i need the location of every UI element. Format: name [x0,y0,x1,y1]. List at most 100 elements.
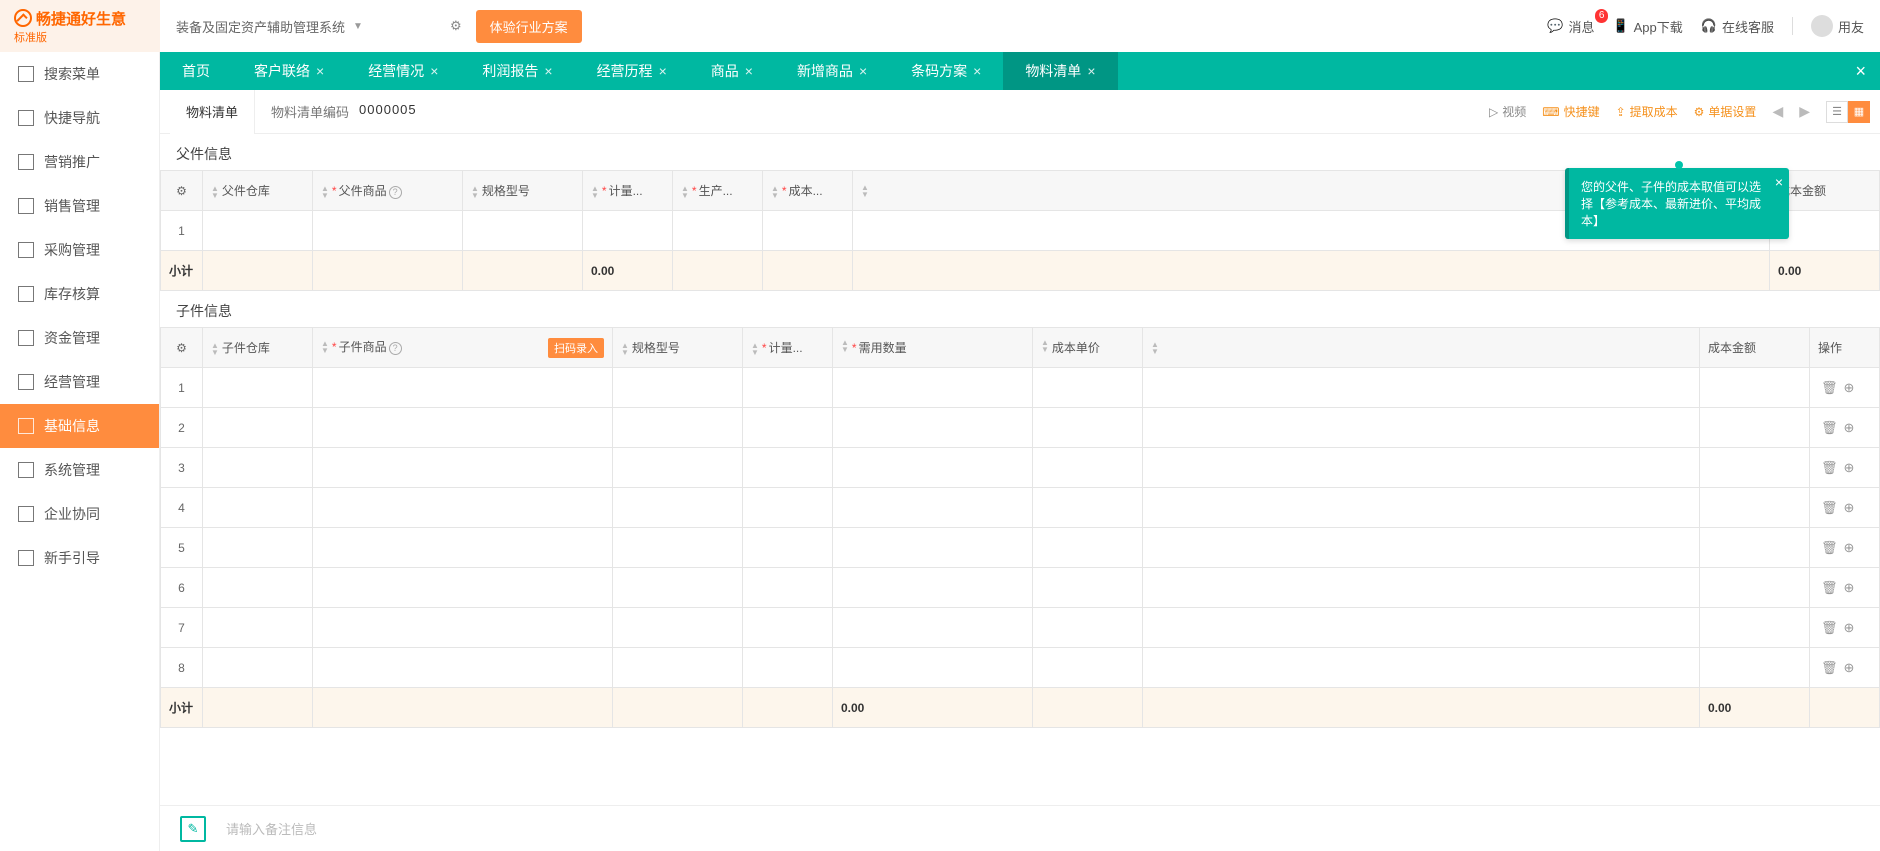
view-list[interactable]: ☰ [1826,101,1848,123]
sidebar-item-新手引导[interactable]: 新手引导 [0,536,159,580]
col-parent-price[interactable]: *成本... [763,171,853,211]
tab-条码方案[interactable]: 条码方案× [889,52,1003,90]
add-row-icon[interactable]: ⊕ [1844,460,1855,475]
table-row[interactable]: 6🗑⊕ [161,568,1880,608]
close-icon[interactable]: × [745,63,753,79]
add-row-icon[interactable]: ⊕ [1844,660,1855,675]
col-child-unit[interactable]: *计量... [743,328,833,368]
delete-icon[interactable]: 🗑 [1821,380,1838,395]
tool-doc-settings[interactable]: ⚙单据设置 [1694,103,1757,120]
close-icon[interactable]: × [430,63,438,79]
settings-column[interactable]: ⚙ [161,328,203,368]
table-row[interactable]: 5🗑⊕ [161,528,1880,568]
delete-icon[interactable]: 🗑 [1821,660,1838,675]
delete-icon[interactable]: 🗑 [1821,500,1838,515]
close-icon[interactable]: × [544,63,552,79]
help-icon[interactable]: ? [389,342,402,355]
col-parent-warehouse[interactable]: 父件仓库 [203,171,313,211]
col-parent-unit[interactable]: *计量... [583,171,673,211]
settings-icon[interactable]: ⚙ [450,18,462,34]
row-number: 7 [161,608,203,648]
sidebar-item-企业协同[interactable]: 企业协同 [0,492,159,536]
system-selector[interactable]: 装备及固定资产辅助管理系统 ▼ [176,17,436,36]
table-row[interactable]: 4🗑⊕ [161,488,1880,528]
add-row-icon[interactable]: ⊕ [1844,540,1855,555]
col-child-warehouse[interactable]: 子件仓库 [203,328,313,368]
tab-经营历程[interactable]: 经营历程× [575,52,689,90]
note-placeholder[interactable]: 请输入备注信息 [226,819,317,838]
sidebar-item-搜索菜单[interactable]: 搜索菜单 [0,52,159,96]
sidebar-item-label: 库存核算 [44,284,100,304]
col-child-item[interactable]: *子件商品?扫码录入 [313,328,613,368]
delete-icon[interactable]: 🗑 [1821,420,1838,435]
messages-button[interactable]: 💬 消息 6 [1547,17,1594,36]
col-parent-spec[interactable]: 规格型号 [463,171,583,211]
tab-新增商品[interactable]: 新增商品× [775,52,889,90]
sidebar-item-经营管理[interactable]: 经营管理 [0,360,159,404]
add-row-icon[interactable]: ⊕ [1844,380,1855,395]
support-button[interactable]: 🎧在线客服 [1701,17,1774,36]
nav-prev[interactable]: ◀ [1772,103,1783,120]
tab-物料清单[interactable]: 物料清单× [1003,52,1117,90]
subtab-bom[interactable]: 物料清单 [170,90,255,134]
close-icon[interactable]: × [659,63,667,79]
help-icon[interactable]: ? [389,186,402,199]
delete-icon[interactable]: 🗑 [1821,460,1838,475]
col-child-amount[interactable]: 成本金额 [1700,328,1810,368]
col-parent-item[interactable]: *父件商品? [313,171,463,211]
sidebar-item-label: 资金管理 [44,328,100,348]
table-row[interactable]: 8🗑⊕ [161,648,1880,688]
col-parent-date[interactable]: *生产... [673,171,763,211]
add-row-icon[interactable]: ⊕ [1844,580,1855,595]
sidebar-item-营销推广[interactable]: 营销推广 [0,140,159,184]
nav-next[interactable]: ▶ [1799,103,1810,120]
delete-icon[interactable]: 🗑 [1821,540,1838,555]
tool-extract-cost[interactable]: ⇪提取成本 [1616,103,1678,120]
row-ops: 🗑⊕ [1810,608,1880,648]
delete-icon[interactable]: 🗑 [1821,580,1838,595]
add-row-icon[interactable]: ⊕ [1844,620,1855,635]
table-row[interactable]: 3🗑⊕ [161,448,1880,488]
sidebar-item-快捷导航[interactable]: 快捷导航 [0,96,159,140]
close-all-tabs[interactable]: × [1841,52,1880,90]
user-menu[interactable]: 用友 [1811,15,1864,37]
table-row[interactable]: 2🗑⊕ [161,408,1880,448]
tool-shortcut[interactable]: ⌨快捷键 [1542,103,1599,120]
tab-客户联络[interactable]: 客户联络 × [232,52,346,90]
col-child-qty[interactable]: *需用数量 [833,328,1033,368]
sidebar-item-label: 企业协同 [44,504,100,524]
sidebar-item-采购管理[interactable]: 采购管理 [0,228,159,272]
view-card[interactable]: ▦ [1848,101,1870,123]
tab-商品[interactable]: 商品× [689,52,775,90]
tab-经营情况[interactable]: 经营情况× [346,52,460,90]
col-child-spec[interactable]: 规格型号 [613,328,743,368]
close-icon[interactable]: × [1775,174,1783,190]
settings-column[interactable]: ⚙ [161,171,203,211]
book-icon [18,550,34,566]
sidebar-item-库存核算[interactable]: 库存核算 [0,272,159,316]
close-icon[interactable]: × [316,63,324,79]
tab-首页[interactable]: 首页 [160,52,232,90]
add-row-icon[interactable]: ⊕ [1844,420,1855,435]
service-label: 在线客服 [1722,17,1774,36]
sidebar-item-资金管理[interactable]: 资金管理 [0,316,159,360]
sidebar-item-基础信息[interactable]: 基础信息 [0,404,159,448]
sidebar-item-销售管理[interactable]: 销售管理 [0,184,159,228]
table-row[interactable]: 1🗑⊕ [161,368,1880,408]
tool-video[interactable]: ▷视频 [1489,103,1526,120]
add-row-icon[interactable]: ⊕ [1844,500,1855,515]
child-subtotal-qty: 0.00 [833,688,1033,728]
tab-label: 客户联络 [254,61,310,81]
close-icon[interactable]: × [1087,63,1095,79]
close-icon[interactable]: × [859,63,867,79]
tab-利润报告[interactable]: 利润报告× [460,52,574,90]
col-child-price[interactable]: 成本单价 [1033,328,1143,368]
table-row[interactable]: 7🗑⊕ [161,608,1880,648]
app-download-button[interactable]: 📱App下载 [1612,17,1682,36]
close-icon[interactable]: × [973,63,981,79]
note-icon[interactable]: ✎ [180,816,206,842]
promo-button[interactable]: 体验行业方案 [476,10,582,43]
scan-input-button[interactable]: 扫码录入 [548,338,604,358]
delete-icon[interactable]: 🗑 [1821,620,1838,635]
sidebar-item-系统管理[interactable]: 系统管理 [0,448,159,492]
